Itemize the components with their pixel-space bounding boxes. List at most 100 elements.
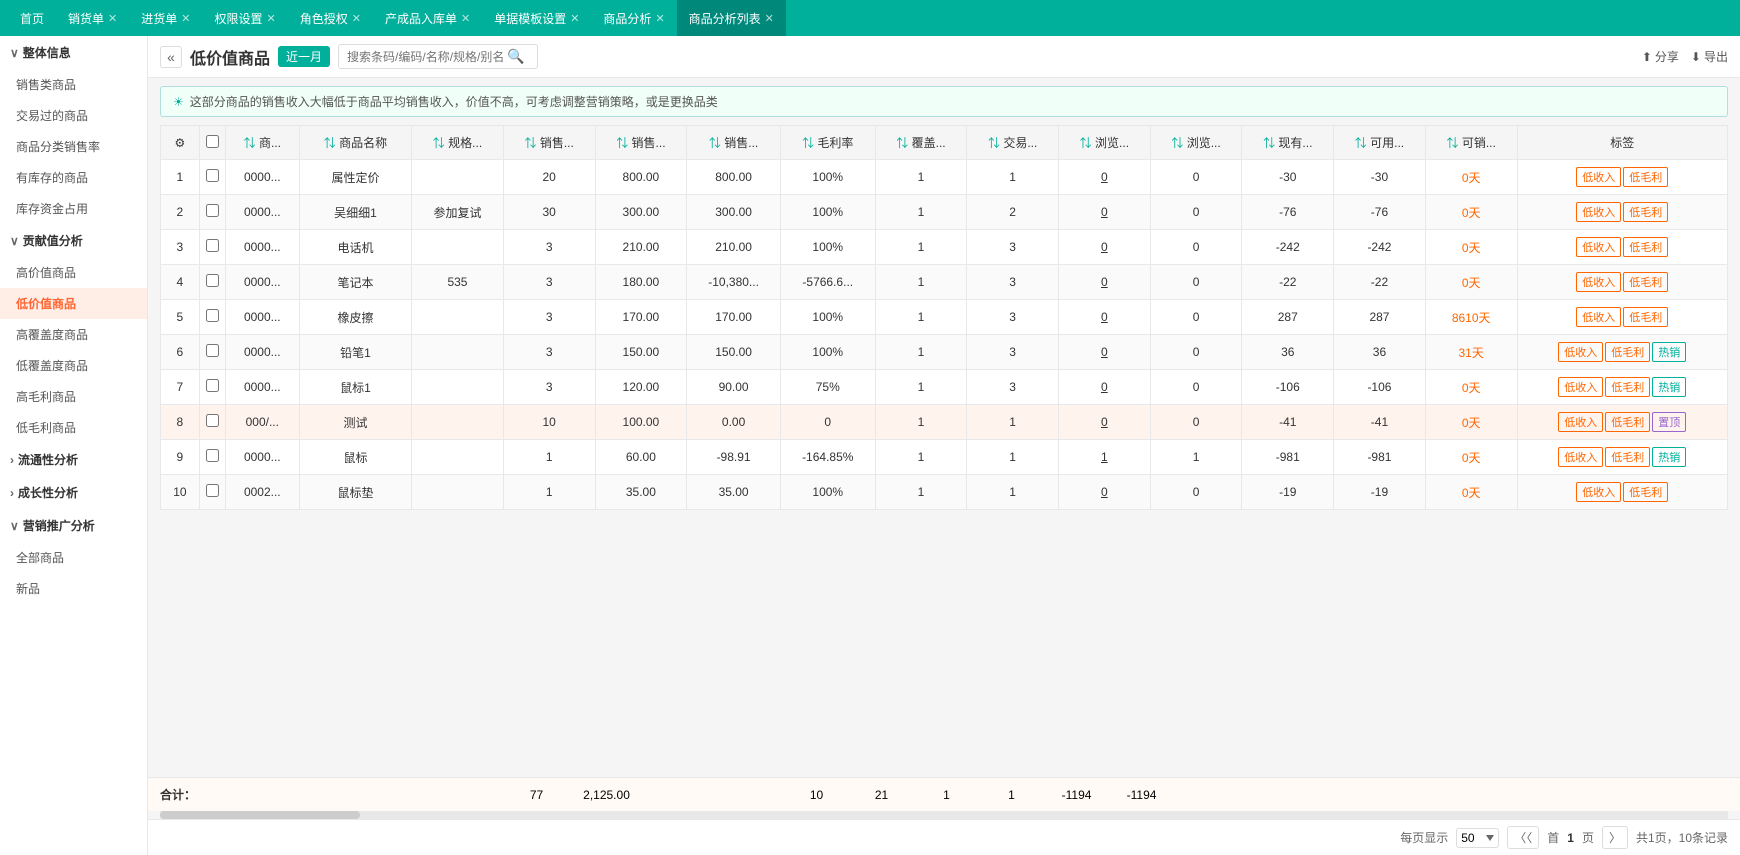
search-input[interactable] [347, 50, 507, 64]
coverage-cell: 1 [875, 440, 967, 475]
tag-badge: 热销 [1652, 447, 1686, 467]
browse-link[interactable]: 1 [1101, 450, 1108, 464]
next-page-button[interactable]: 〉 [1602, 826, 1628, 849]
nav-home[interactable]: 首页 [8, 0, 56, 36]
sidebar-item-new-products[interactable]: 新品 [0, 573, 147, 604]
row-checkbox[interactable] [206, 414, 219, 427]
close-icon[interactable]: ✕ [655, 12, 664, 25]
checkbox-column-header[interactable] [199, 126, 225, 160]
tag-badge: 低毛利 [1623, 167, 1668, 187]
coverage-column-header[interactable]: ⇅ 覆盖... [875, 126, 967, 160]
browse-link[interactable]: 0 [1101, 205, 1108, 219]
row-checkbox[interactable] [206, 204, 219, 217]
nav-product-inbound[interactable]: 产成品入库单 ✕ [373, 0, 482, 36]
sales2-column-header[interactable]: ⇅ 销售... [595, 126, 687, 160]
browse2-column-header[interactable]: ⇅ 浏览... [1150, 126, 1242, 160]
browse-link[interactable]: 0 [1101, 240, 1108, 254]
nav-purchase-order[interactable]: 进货单 ✕ [129, 0, 202, 36]
nav-sales-order[interactable]: 销货单 ✕ [56, 0, 129, 36]
sales3-column-header[interactable]: ⇅ 销售... [687, 126, 781, 160]
settings-column-header[interactable]: ⚙ [161, 126, 200, 160]
browse-link[interactable]: 0 [1101, 485, 1108, 499]
current-cell: -41 [1242, 405, 1334, 440]
sales1-cell: 30 [503, 195, 595, 230]
tags-column-header[interactable]: 标签 [1517, 126, 1727, 160]
tag-badge: 低收入 [1558, 412, 1603, 432]
nav-product-analysis[interactable]: 商品分析 ✕ [591, 0, 676, 36]
row-checkbox[interactable] [206, 484, 219, 497]
close-icon[interactable]: ✕ [461, 12, 470, 25]
row-checkbox[interactable] [206, 274, 219, 287]
sidebar-item-all-products[interactable]: 全部商品 [0, 542, 147, 573]
sidebar-group-marketing[interactable]: ∨ 营销推广分析 [0, 509, 147, 542]
available-column-header[interactable]: ⇅ 可用... [1334, 126, 1426, 160]
select-all-checkbox[interactable] [206, 135, 219, 148]
share-button[interactable]: ⬆ 分享 [1642, 48, 1679, 65]
close-icon[interactable]: ✕ [108, 12, 117, 25]
sidebar-item-sales-products[interactable]: 销售类商品 [0, 69, 147, 100]
time-filter-badge[interactable]: 近一月 [278, 46, 330, 67]
sidebar-group-liquidity[interactable]: › 流通性分析 [0, 443, 147, 476]
sidebar-item-high-margin[interactable]: 高毛利商品 [0, 381, 147, 412]
browse1-column-header[interactable]: ⇅ 浏览... [1059, 126, 1151, 160]
row-checkbox[interactable] [206, 309, 219, 322]
sidebar-group-contribution[interactable]: ∨ 贡献值分析 [0, 224, 147, 257]
close-icon[interactable]: ✕ [267, 12, 276, 25]
row-checkbox[interactable] [206, 379, 219, 392]
sidebar-item-stock-fund[interactable]: 库存资金占用 [0, 193, 147, 224]
close-icon[interactable]: ✕ [570, 12, 579, 25]
search-icon[interactable]: 🔍 [507, 48, 524, 65]
per-page-select[interactable]: 50 100 200 [1456, 828, 1499, 848]
sellable-column-header[interactable]: ⇅ 可销... [1425, 126, 1517, 160]
sidebar-item-stock-products[interactable]: 有库存的商品 [0, 162, 147, 193]
row-checkbox[interactable] [206, 344, 219, 357]
name-cell: 吴细细1 [299, 195, 411, 230]
sidebar-item-low-coverage[interactable]: 低覆盖度商品 [0, 350, 147, 381]
nav-template[interactable]: 单据模板设置 ✕ [482, 0, 591, 36]
sidebar-item-low-value[interactable]: 低价值商品 [0, 288, 147, 319]
content-header: « 低价值商品 近一月 🔍 ⬆ 分享 ⬇ 导出 [148, 36, 1740, 78]
sales1-column-header[interactable]: ⇅ 销售... [503, 126, 595, 160]
spec-column-header[interactable]: ⇅ 规格... [412, 126, 504, 160]
export-button[interactable]: ⬇ 导出 [1691, 48, 1728, 65]
sidebar-item-traded-products[interactable]: 交易过的商品 [0, 100, 147, 131]
close-icon[interactable]: ✕ [352, 12, 361, 25]
browse-link[interactable]: 0 [1101, 380, 1108, 394]
current-cell: 287 [1242, 300, 1334, 335]
sidebar-item-high-coverage[interactable]: 高覆盖度商品 [0, 319, 147, 350]
share-icon: ⬆ [1642, 50, 1652, 64]
browse-link[interactable]: 0 [1101, 170, 1108, 184]
browse-link[interactable]: 0 [1101, 415, 1108, 429]
trade-column-header[interactable]: ⇅ 交易... [967, 126, 1059, 160]
sidebar-item-high-value[interactable]: 高价值商品 [0, 257, 147, 288]
close-icon[interactable]: ✕ [181, 12, 190, 25]
first-page-button[interactable]: 〈〈 [1507, 826, 1539, 849]
code-column-header[interactable]: ⇅ 商... [225, 126, 299, 160]
row-checkbox[interactable] [206, 239, 219, 252]
sidebar-item-category-sales-rate[interactable]: 商品分类销售率 [0, 131, 147, 162]
code-cell: 0000... [225, 335, 299, 370]
browse-link[interactable]: 0 [1101, 310, 1108, 324]
browse-link[interactable]: 0 [1101, 345, 1108, 359]
browse-link[interactable]: 0 [1101, 275, 1108, 289]
info-banner: ☀ 这部分商品的销售收入大幅低于商品平均销售收入，价值不高，可考虑调整营销策略，… [160, 86, 1728, 117]
checkbox-cell [199, 195, 225, 230]
current-column-header[interactable]: ⇅ 现有... [1242, 126, 1334, 160]
sidebar-group-overall[interactable]: ∨ 整体信息 [0, 36, 147, 69]
row-checkbox[interactable] [206, 169, 219, 182]
sidebar-collapse-button[interactable]: « [160, 46, 182, 68]
available-cell: -22 [1334, 265, 1426, 300]
sidebar-group-growth[interactable]: › 成长性分析 [0, 476, 147, 509]
nav-product-analysis-list[interactable]: 商品分析列表 ✕ [677, 0, 786, 36]
close-icon[interactable]: ✕ [765, 12, 774, 25]
sidebar-item-low-margin[interactable]: 低毛利商品 [0, 412, 147, 443]
row-checkbox[interactable] [206, 449, 219, 462]
tag-badge: 低收入 [1558, 447, 1603, 467]
name-column-header[interactable]: ⇅ 商品名称 [299, 126, 411, 160]
gross-rate-column-header[interactable]: ⇅ 毛利率 [780, 126, 875, 160]
browse1-cell: 0 [1059, 335, 1151, 370]
top-navigation: 首页 销货单 ✕ 进货单 ✕ 权限设置 ✕ 角色授权 ✕ 产成品入库单 ✕ 单据… [0, 0, 1740, 36]
nav-permission[interactable]: 权限设置 ✕ [202, 0, 287, 36]
name-cell: 鼠标垫 [299, 475, 411, 510]
nav-role-auth[interactable]: 角色授权 ✕ [288, 0, 373, 36]
